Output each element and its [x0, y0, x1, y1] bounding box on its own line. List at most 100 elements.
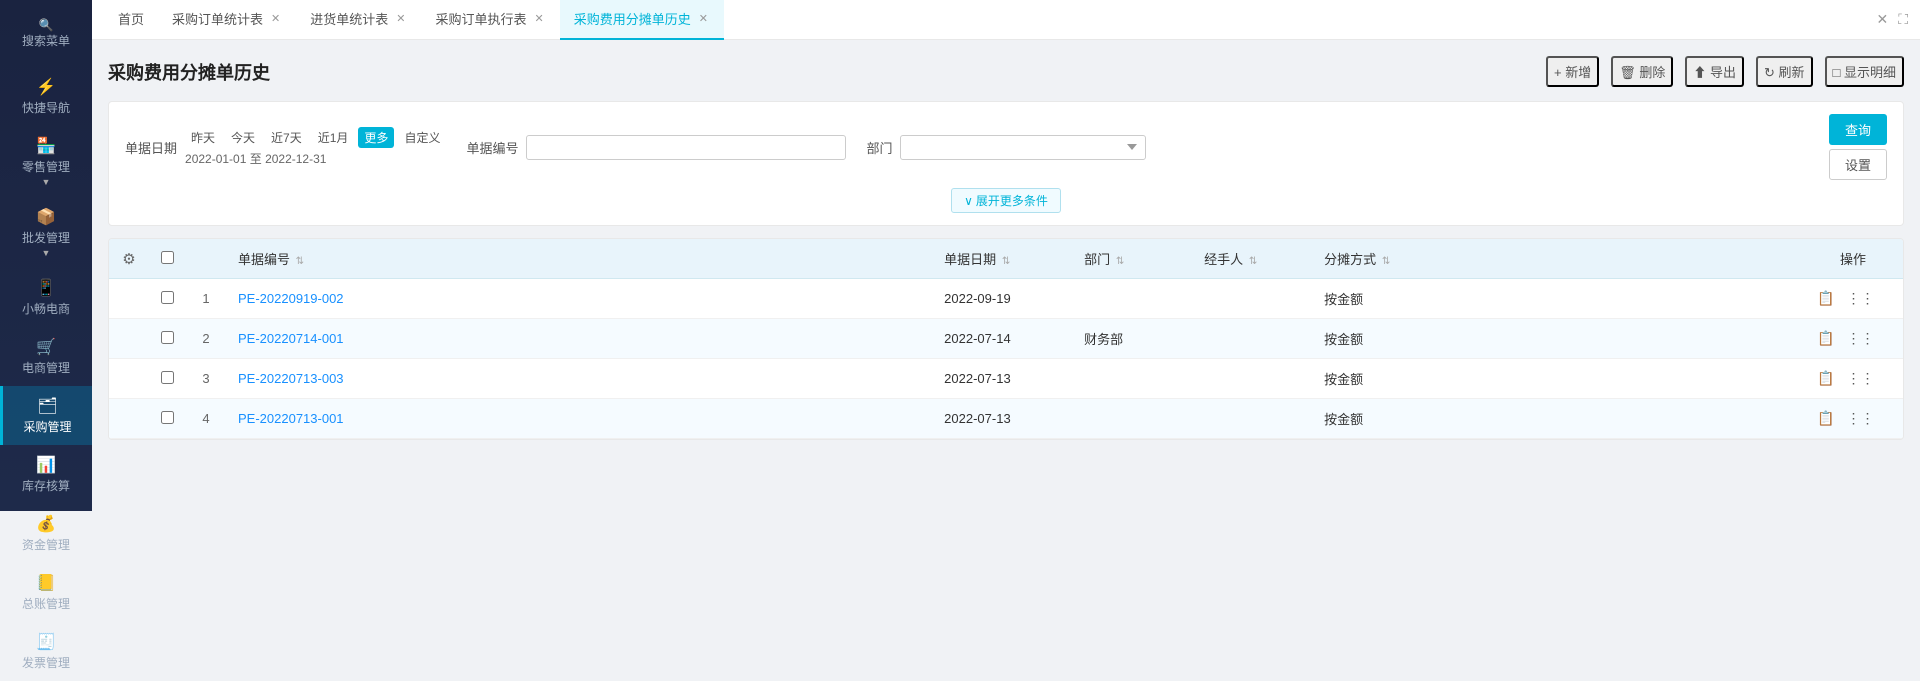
col-handler-header[interactable]: 经手人 ⇅ [1192, 239, 1312, 279]
tab-purchase-order-exec-close[interactable]: ✕ [533, 11, 546, 26]
docno-link-3[interactable]: PE-20220713-001 [238, 411, 344, 426]
tab-purchase-order-stats[interactable]: 采购订单统计表 ✕ [158, 0, 296, 40]
delete-button[interactable]: 🗑 删除 [1611, 56, 1673, 87]
action-more-3[interactable]: ⋮⋮ [1844, 408, 1876, 429]
expand-conditions-button[interactable]: ∨ 展开更多条件 [951, 188, 1061, 213]
sidebar-item-finance[interactable]: 💰 资金管理 [0, 504, 92, 563]
select-all-checkbox[interactable] [161, 251, 174, 264]
expand-label: 展开更多条件 [976, 192, 1048, 209]
data-table: ⚙ 单据编号 ⇅ 单据日期 ⇅ [109, 239, 1903, 439]
export-button[interactable]: ⬆ 导出 [1685, 56, 1744, 87]
sidebar-item-mini-ecommerce[interactable]: 📱 小畅电商 [0, 268, 92, 327]
action-more-2[interactable]: ⋮⋮ [1844, 368, 1876, 389]
date-btn-1month[interactable]: 近1月 [312, 127, 355, 148]
cell-checkbox-0[interactable] [149, 279, 186, 319]
add-button[interactable]: + 新增 [1546, 56, 1599, 87]
ecommerce-icon: 🛒 [36, 337, 56, 357]
action-more-1[interactable]: ⋮⋮ [1844, 328, 1876, 349]
sidebar-item-finance-label: 资金管理 [22, 536, 70, 553]
sidebar-search[interactable]: 🔍 搜索菜单 [0, 8, 92, 59]
filter-actions: 查询 设置 [1829, 114, 1887, 180]
row-checkbox-2[interactable] [161, 371, 174, 384]
date-btn-more[interactable]: 更多 [358, 127, 394, 148]
cell-checkbox-3[interactable] [149, 399, 186, 439]
row-checkbox-0[interactable] [161, 291, 174, 304]
sidebar-item-quicknav[interactable]: ⚡ 快捷导航 [0, 67, 92, 126]
docno-link-2[interactable]: PE-20220713-003 [238, 371, 344, 386]
action-more-0[interactable]: ⋮⋮ [1844, 288, 1876, 309]
col-checkbox-header[interactable] [149, 239, 186, 279]
col-date-header[interactable]: 单据日期 ⇅ [932, 239, 1072, 279]
action-edit-1[interactable]: 📋 [1815, 328, 1836, 349]
tab-purchase-order-stats-close[interactable]: ✕ [269, 11, 282, 26]
tab-close-all-icon[interactable]: ✕ [1876, 11, 1888, 28]
tab-home[interactable]: 首页 [104, 0, 158, 40]
sidebar-item-wholesale[interactable]: 📦 批发管理 ▼ [0, 197, 92, 268]
docno-input[interactable] [526, 135, 846, 160]
table-row: 1 PE-20220919-002 2022-09-19 按金额 📋 ⋮⋮ [109, 279, 1903, 319]
col-dept-header[interactable]: 部门 ⇅ [1072, 239, 1192, 279]
docno-link-1[interactable]: PE-20220714-001 [238, 331, 344, 346]
sidebar-item-ecommerce[interactable]: 🛒 电商管理 [0, 327, 92, 386]
cell-checkbox-1[interactable] [149, 319, 186, 359]
tab-purchase-cost-history[interactable]: 采购费用分摊单历史 ✕ [560, 0, 724, 40]
invoice-icon: 🧾 [36, 632, 56, 652]
cell-handler-3 [1192, 399, 1312, 439]
date-btn-yesterday[interactable]: 昨天 [185, 127, 221, 148]
cell-docno-1[interactable]: PE-20220714-001 [226, 319, 932, 359]
cell-checkbox-2[interactable] [149, 359, 186, 399]
cell-docno-2[interactable]: PE-20220713-003 [226, 359, 932, 399]
action-edit-2[interactable]: 📋 [1815, 368, 1836, 389]
sidebar-item-purchase[interactable]: 🗂 采购管理 [0, 386, 92, 445]
col-handler-label: 经手人 [1204, 252, 1243, 267]
filter-item-dept: 部门 财务部 [866, 135, 1146, 160]
date-btn-today[interactable]: 今天 [225, 127, 261, 148]
refresh-button[interactable]: ↻ 刷新 [1756, 56, 1813, 87]
col-settings[interactable]: ⚙ [109, 239, 149, 279]
col-splitmethod-label: 分摊方式 [1324, 252, 1376, 267]
table-row: 2 PE-20220714-001 2022-07-14 财务部 按金额 📋 ⋮… [109, 319, 1903, 359]
query-button[interactable]: 查询 [1829, 114, 1887, 145]
tab-purchase-order-exec[interactable]: 采购订单执行表 ✕ [421, 0, 559, 40]
action-cell-1: 📋 ⋮⋮ [1815, 328, 1891, 349]
col-num-header [186, 239, 226, 279]
col-docno-sort-icon: ⇅ [296, 256, 304, 267]
row-checkbox-3[interactable] [161, 411, 174, 424]
sidebar-item-ledger[interactable]: 📒 总账管理 [0, 563, 92, 622]
action-edit-0[interactable]: 📋 [1815, 288, 1836, 309]
tab-import-stats-close[interactable]: ✕ [394, 11, 407, 26]
display-label: □ 显示明细 [1833, 62, 1896, 81]
cell-settings-0 [109, 279, 149, 319]
sidebar: 🔍 搜索菜单 ⚡ 快捷导航 🏪 零售管理 ▼ 📦 批发管理 ▼ 📱 小畅电商 🛒… [0, 0, 92, 511]
table-row: 4 PE-20220713-001 2022-07-13 按金额 📋 ⋮⋮ [109, 399, 1903, 439]
tab-purchase-cost-history-close[interactable]: ✕ [697, 11, 710, 26]
filter-area: 单据日期 昨天 今天 近7天 近1月 更多 自定义 2022-01-01 至 2… [108, 101, 1904, 226]
expand-chevron-icon: ∨ [964, 194, 973, 208]
date-btn-custom[interactable]: 自定义 [398, 127, 446, 148]
cell-docno-0[interactable]: PE-20220919-002 [226, 279, 932, 319]
action-edit-3[interactable]: 📋 [1815, 408, 1836, 429]
ledger-icon: 📒 [36, 573, 56, 593]
display-detail-button[interactable]: □ 显示明细 [1825, 56, 1904, 87]
table-body: 1 PE-20220919-002 2022-09-19 按金额 📋 ⋮⋮ 2 … [109, 279, 1903, 439]
tab-import-stats-label: 进货单统计表 [310, 9, 388, 28]
dept-select[interactable]: 财务部 [900, 135, 1146, 160]
sidebar-item-inventory-label: 库存核算 [22, 477, 70, 494]
tab-fullscreen-icon[interactable]: ⛶ [1898, 11, 1908, 28]
col-docno-header[interactable]: 单据编号 ⇅ [226, 239, 932, 279]
docno-link-0[interactable]: PE-20220919-002 [238, 291, 344, 306]
cell-docno-3[interactable]: PE-20220713-001 [226, 399, 932, 439]
settings-button[interactable]: 设置 [1829, 149, 1887, 180]
col-splitmethod-header[interactable]: 分摊方式 ⇅ [1312, 239, 1803, 279]
sidebar-item-retail[interactable]: 🏪 零售管理 ▼ [0, 126, 92, 197]
cell-num-3: 4 [186, 399, 226, 439]
sidebar-item-inventory[interactable]: 📊 库存核算 [0, 445, 92, 504]
tab-purchase-order-stats-label: 采购订单统计表 [172, 9, 263, 28]
sidebar-item-invoice[interactable]: 🧾 发票管理 [0, 622, 92, 681]
action-cell-2: 📋 ⋮⋮ [1815, 368, 1891, 389]
col-docno-label: 单据编号 [238, 252, 290, 267]
row-checkbox-1[interactable] [161, 331, 174, 344]
cell-dept-0 [1072, 279, 1192, 319]
tab-import-stats[interactable]: 进货单统计表 ✕ [296, 0, 421, 40]
date-btn-7days[interactable]: 近7天 [265, 127, 308, 148]
